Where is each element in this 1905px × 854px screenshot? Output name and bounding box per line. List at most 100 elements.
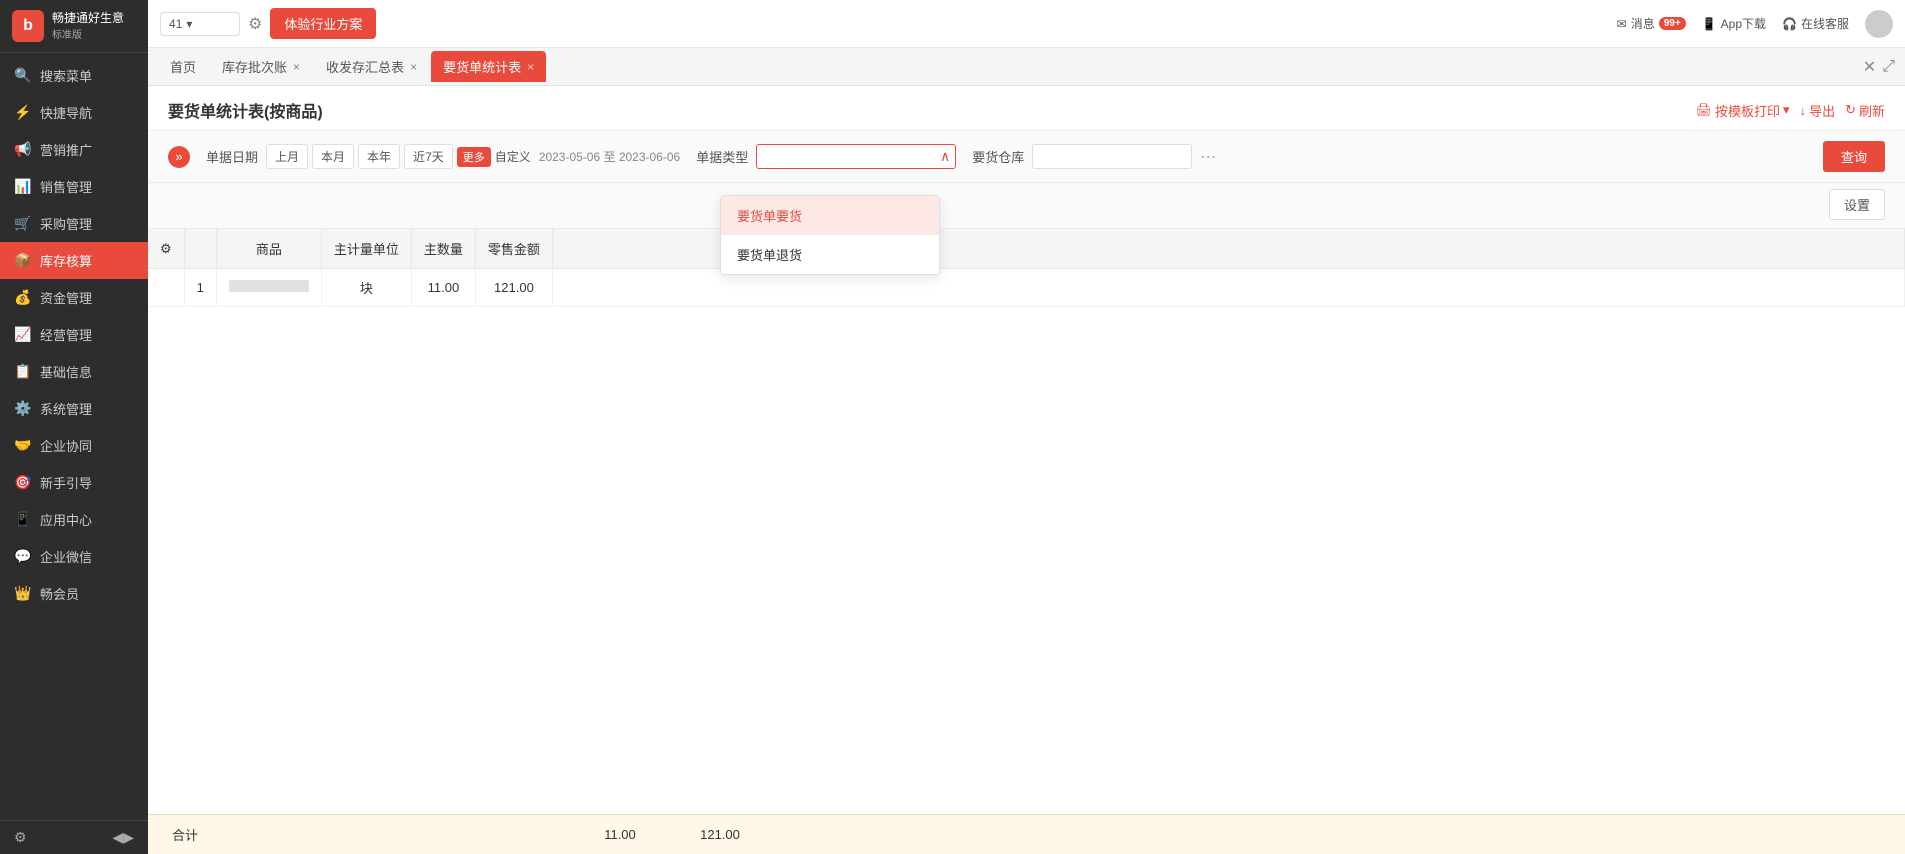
set-button[interactable]: 设置 (1829, 189, 1885, 220)
td-seq-0: 1 (184, 269, 216, 307)
date-more-badge[interactable]: 更多 (457, 147, 491, 167)
footer-quantity: 11.00 (570, 827, 670, 842)
nav-label-basic: 基础信息 (40, 362, 92, 381)
topbar-settings-icon[interactable]: ⚙ (248, 14, 262, 34)
tab-close-order-stats[interactable]: × (527, 60, 534, 74)
footer-amount: 121.00 (670, 827, 770, 842)
type-dropdown-arrow[interactable]: ∧ (940, 148, 950, 165)
settings-icon[interactable]: ⚙ (14, 829, 27, 846)
warehouse-label: 要货仓库 (972, 147, 1024, 166)
sidebar-item-operations[interactable]: 📈 经营管理 (0, 316, 148, 353)
tab-inventory-batch[interactable]: 库存批次账× (210, 51, 312, 82)
date-btn-this-month[interactable]: 本月 (312, 144, 354, 169)
print-btn[interactable]: 🖨 按模板打印 ▾ (1696, 101, 1790, 120)
sidebar-item-quick-nav[interactable]: ⚡ 快捷导航 (0, 94, 148, 131)
th-quantity: 主数量 (411, 229, 475, 269)
sidebar-bottom: ⚙ ◀▶ (0, 820, 148, 854)
th-unit: 主计量单位 (321, 229, 411, 269)
store-selector[interactable]: 41 ▾ (160, 12, 240, 36)
warehouse-input[interactable] (1032, 144, 1192, 169)
sidebar-item-sales[interactable]: 📊 销售管理 (0, 168, 148, 205)
tab-close-all-icon[interactable]: ✕ (1863, 57, 1876, 77)
query-button[interactable]: 查询 (1823, 141, 1885, 172)
export-btn[interactable]: ↓ 导出 (1800, 101, 1836, 120)
sidebar-item-purchase[interactable]: 🛒 采购管理 (0, 205, 148, 242)
data-table: ⚙ 商品 主计量单位 主数量 零售金额 1 块 11.00 121.00 (148, 229, 1905, 307)
app-download-label: App下载 (1721, 15, 1766, 32)
date-btn-this-year[interactable]: 本年 (358, 144, 400, 169)
filter-expand-btn[interactable]: » (168, 146, 190, 168)
messages-btn[interactable]: ✉ 消息 99+ (1617, 15, 1686, 32)
tab-order-stats[interactable]: 要货单统计表× (431, 51, 546, 82)
sidebar-toggle-icon[interactable]: ◀▶ (112, 829, 134, 846)
logo-icon: b (12, 10, 44, 42)
dropdown-item-return[interactable]: 要货单退货 (721, 235, 939, 274)
page-actions: 🖨 按模板打印 ▾ ↓ 导出 ↻ 刷新 (1696, 101, 1886, 120)
refresh-icon: ↻ (1845, 102, 1856, 118)
sidebar: b 畅捷通好生意 标准版 🔍 搜索菜单 ⚡ 快捷导航 📢 营销推广 📊 销售管理… (0, 0, 148, 854)
refresh-btn[interactable]: ↻ 刷新 (1845, 101, 1885, 120)
sidebar-item-marketing[interactable]: 📢 营销推广 (0, 131, 148, 168)
type-filter: 单据类型 ∧ (696, 144, 956, 169)
dropdown-item-goods[interactable]: 要货单要货 (721, 196, 939, 235)
td-settings-0 (148, 269, 184, 307)
tab-home[interactable]: 首页 (158, 51, 208, 82)
sidebar-nav: 🔍 搜索菜单 ⚡ 快捷导航 📢 营销推广 📊 销售管理 🛒 采购管理 📦 库存核… (0, 53, 148, 820)
nav-label-sales: 销售管理 (40, 177, 92, 196)
print-arrow: ▾ (1783, 102, 1790, 118)
sidebar-item-collab[interactable]: 🤝 企业协同 (0, 427, 148, 464)
nav-icon-inventory: 📦 (14, 252, 32, 270)
user-avatar[interactable] (1865, 10, 1893, 38)
nav-label-finance: 资金管理 (40, 288, 92, 307)
tab-close-collection-summary[interactable]: × (410, 60, 417, 74)
th-settings[interactable]: ⚙ (148, 229, 184, 269)
sidebar-item-member[interactable]: 👑 畅会员 (0, 575, 148, 612)
date-custom-btn[interactable]: 自定义 (495, 148, 531, 165)
nav-label-search: 搜索菜单 (40, 66, 92, 85)
tab-label-home: 首页 (170, 57, 196, 76)
sidebar-item-newbie[interactable]: 🎯 新手引导 (0, 464, 148, 501)
date-btn-7days[interactable]: 近7天 (404, 144, 453, 169)
nav-label-purchase: 采购管理 (40, 214, 92, 233)
sidebar-item-apps[interactable]: 📱 应用中心 (0, 501, 148, 538)
app-download-btn[interactable]: 📱 App下载 (1702, 15, 1766, 32)
trial-button[interactable]: 体验行业方案 (270, 8, 376, 39)
date-btn-last-month[interactable]: 上月 (266, 144, 308, 169)
date-filter-group: 单据日期 上月 本月 本年 近7天 更多 自定义 2023-05-06 至 20… (206, 144, 680, 169)
top-bar: 41 ▾ ⚙ 体验行业方案 ✉ 消息 99+ 📱 App下载 🎧 在线客服 (148, 0, 1905, 48)
more-filters-icon[interactable]: ⋯ (1200, 147, 1216, 167)
nav-label-quick-nav: 快捷导航 (40, 103, 92, 122)
online-service-btn[interactable]: 🎧 在线客服 (1782, 15, 1849, 32)
nav-label-system: 系统管理 (40, 399, 92, 418)
nav-icon-apps: 📱 (14, 511, 32, 529)
sidebar-item-search[interactable]: 🔍 搜索菜单 (0, 57, 148, 94)
nav-icon-operations: 📈 (14, 326, 32, 344)
nav-icon-sales: 📊 (14, 178, 32, 196)
sidebar-item-wechat[interactable]: 💬 企业微信 (0, 538, 148, 575)
type-input-wrap: ∧ (756, 144, 956, 169)
tab-close-inventory-batch[interactable]: × (293, 60, 300, 74)
nav-icon-search: 🔍 (14, 67, 32, 85)
store-selector-arrow: ▾ (186, 17, 192, 31)
sidebar-item-inventory[interactable]: 📦 库存核算 (0, 242, 148, 279)
tab-expand-icon[interactable]: ⤢ (1882, 58, 1895, 76)
app-sub: 标准版 (52, 26, 124, 41)
message-label: 消息 (1631, 15, 1655, 32)
nav-icon-wechat: 💬 (14, 548, 32, 566)
sidebar-logo: b 畅捷通好生意 标准版 (0, 0, 148, 53)
nav-icon-basic: 📋 (14, 363, 32, 381)
tab-collection-summary[interactable]: 收发存汇总表× (314, 51, 429, 82)
sidebar-item-finance[interactable]: 💰 资金管理 (0, 279, 148, 316)
nav-label-wechat: 企业微信 (40, 547, 92, 566)
top-bar-left: 41 ▾ ⚙ 体验行业方案 (160, 8, 1605, 39)
message-icon: ✉ (1617, 17, 1627, 31)
nav-label-operations: 经营管理 (40, 325, 92, 344)
phone-icon: 📱 (1702, 17, 1717, 31)
nav-icon-quick-nav: ⚡ (14, 104, 32, 122)
nav-icon-finance: 💰 (14, 289, 32, 307)
type-input[interactable] (756, 144, 956, 169)
sidebar-item-system[interactable]: ⚙️ 系统管理 (0, 390, 148, 427)
nav-label-collab: 企业协同 (40, 436, 92, 455)
sidebar-item-basic[interactable]: 📋 基础信息 (0, 353, 148, 390)
tab-bar: 首页库存批次账×收发存汇总表×要货单统计表× ✕ ⤢ (148, 48, 1905, 86)
